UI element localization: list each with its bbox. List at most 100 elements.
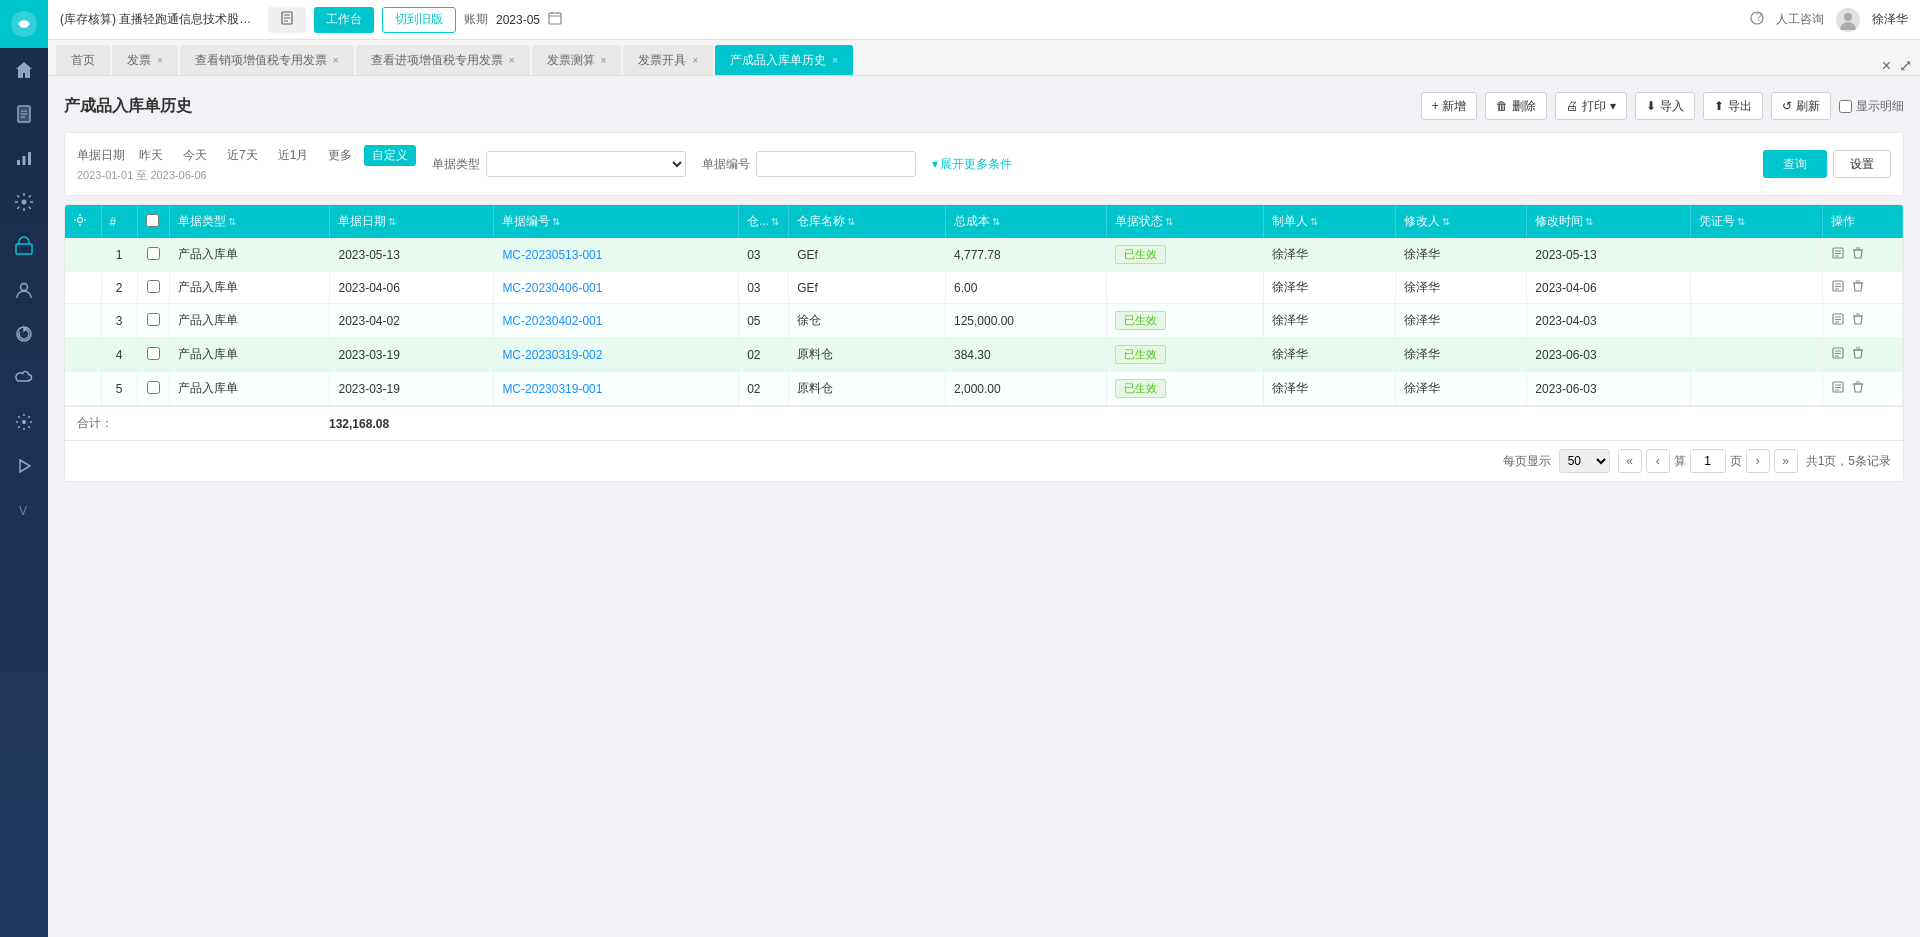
workbench-button[interactable]: 工作台 xyxy=(314,7,374,33)
delete-row-icon[interactable] xyxy=(1851,279,1865,296)
date-btn-1month[interactable]: 近1月 xyxy=(270,145,317,166)
sidebar-item-v[interactable]: V xyxy=(0,488,48,532)
sidebar-item-chart[interactable] xyxy=(0,136,48,180)
th-date[interactable]: 单据日期⇅ xyxy=(330,205,494,238)
page-number-input[interactable] xyxy=(1690,449,1726,473)
date-btn-7days[interactable]: 近7天 xyxy=(219,145,266,166)
th-warehouse-code[interactable]: 仓...⇅ xyxy=(739,205,789,238)
sidebar-item-refresh[interactable] xyxy=(0,312,48,356)
th-voucher[interactable]: 凭证号⇅ xyxy=(1691,205,1823,238)
th-number[interactable]: 单据编号⇅ xyxy=(494,205,739,238)
th-creator[interactable]: 制单人⇅ xyxy=(1263,205,1395,238)
delete-row-icon[interactable] xyxy=(1851,346,1865,363)
type-filter-select[interactable] xyxy=(486,151,686,177)
th-checkbox[interactable] xyxy=(137,205,169,238)
edit-icon[interactable] xyxy=(1831,246,1845,263)
refresh-button[interactable]: ↺ 刷新 xyxy=(1771,92,1831,120)
row-checkbox[interactable] xyxy=(147,280,160,293)
tab-calc[interactable]: 发票测算 × xyxy=(532,45,622,75)
date-btn-more[interactable]: 更多 xyxy=(320,145,360,166)
row-checkbox-cell[interactable] xyxy=(137,238,169,272)
row-checkbox[interactable] xyxy=(147,381,160,394)
delete-row-icon[interactable] xyxy=(1851,246,1865,263)
sidebar-item-play[interactable] xyxy=(0,444,48,488)
sidebar-item-document[interactable] xyxy=(0,92,48,136)
edit-icon[interactable] xyxy=(1831,380,1845,397)
tab-expand-icon[interactable]: ⤢ xyxy=(1899,56,1912,75)
help-label[interactable]: 人工咨询 xyxy=(1776,11,1824,28)
tab-calc-close[interactable]: × xyxy=(601,55,607,66)
delete-row-icon[interactable] xyxy=(1851,380,1865,397)
edit-icon[interactable] xyxy=(1831,312,1845,329)
per-page-select[interactable]: 50 100 xyxy=(1559,449,1610,473)
sidebar-item-person[interactable] xyxy=(0,268,48,312)
delete-row-icon[interactable] xyxy=(1851,312,1865,329)
row-checkbox-cell[interactable] xyxy=(137,372,169,406)
tab-collapse-icon[interactable]: × xyxy=(1882,57,1891,75)
calendar-icon[interactable] xyxy=(548,11,562,28)
row-number-link[interactable]: MC-20230402-001 xyxy=(502,314,602,328)
prev-page-button[interactable]: ‹ xyxy=(1646,449,1670,473)
row-number-link-cell[interactable]: MC-20230406-001 xyxy=(494,272,739,304)
tab-invoice[interactable]: 发票 × xyxy=(112,45,178,75)
row-number-link[interactable]: MC-20230319-001 xyxy=(502,382,602,396)
row-checkbox-cell[interactable] xyxy=(137,272,169,304)
sidebar-item-cloud[interactable] xyxy=(0,356,48,400)
tab-sales-vat[interactable]: 查看销项增值税专用发票 × xyxy=(180,45,354,75)
filter-settings-button[interactable]: 设置 xyxy=(1833,150,1891,178)
row-number-link-cell[interactable]: MC-20230402-001 xyxy=(494,304,739,338)
tab-sales-vat-close[interactable]: × xyxy=(333,55,339,66)
import-button[interactable]: ⬇ 导入 xyxy=(1635,92,1695,120)
app-logo[interactable] xyxy=(0,0,48,48)
print-button[interactable]: 🖨 打印 ▾ xyxy=(1555,92,1627,120)
sidebar-item-inventory[interactable] xyxy=(0,224,48,268)
th-modify-time[interactable]: 修改时间⇅ xyxy=(1527,205,1691,238)
edit-icon[interactable] xyxy=(1831,279,1845,296)
th-total-cost[interactable]: 总成本⇅ xyxy=(945,205,1106,238)
tab-home[interactable]: 首页 xyxy=(56,45,110,75)
tab-open-close[interactable]: × xyxy=(692,55,698,66)
th-warehouse-name[interactable]: 仓库名称⇅ xyxy=(789,205,946,238)
th-status[interactable]: 单据状态⇅ xyxy=(1107,205,1264,238)
user-name[interactable]: 徐泽华 xyxy=(1872,11,1908,28)
row-checkbox[interactable] xyxy=(147,313,160,326)
select-all-checkbox[interactable] xyxy=(146,214,159,227)
tab-product-history[interactable]: 产成品入库单历史 × xyxy=(715,45,853,75)
row-checkbox[interactable] xyxy=(147,347,160,360)
date-btn-yesterday[interactable]: 昨天 xyxy=(131,145,171,166)
tab-purchase-vat[interactable]: 查看进项增值税专用发票 × xyxy=(356,45,530,75)
row-number-link-cell[interactable]: MC-20230319-002 xyxy=(494,338,739,372)
row-number-link-cell[interactable]: MC-20230513-001 xyxy=(494,238,739,272)
date-btn-custom[interactable]: 自定义 xyxy=(364,145,416,166)
tab-open[interactable]: 发票开具 × xyxy=(623,45,713,75)
tab-purchase-vat-close[interactable]: × xyxy=(509,55,515,66)
next-page-button[interactable]: › xyxy=(1746,449,1770,473)
date-btn-today[interactable]: 今天 xyxy=(175,145,215,166)
row-number-link-cell[interactable]: MC-20230319-001 xyxy=(494,372,739,406)
row-number-link[interactable]: MC-20230406-001 xyxy=(502,281,602,295)
number-filter-input[interactable] xyxy=(756,151,916,177)
query-button[interactable]: 查询 xyxy=(1763,150,1827,178)
first-page-button[interactable]: « xyxy=(1618,449,1642,473)
switch-version-button[interactable]: 切到旧版 xyxy=(382,7,456,33)
sidebar-item-settings[interactable] xyxy=(0,180,48,224)
row-number-link[interactable]: MC-20230513-001 xyxy=(502,248,602,262)
th-type[interactable]: 单据类型⇅ xyxy=(169,205,330,238)
edit-icon[interactable] xyxy=(1831,346,1845,363)
row-checkbox-cell[interactable] xyxy=(137,304,169,338)
tab-invoice-close[interactable]: × xyxy=(157,55,163,66)
new-button[interactable]: + 新增 xyxy=(1421,92,1477,120)
row-checkbox-cell[interactable] xyxy=(137,338,169,372)
last-page-button[interactable]: » xyxy=(1774,449,1798,473)
display-toggle-checkbox[interactable] xyxy=(1839,100,1852,113)
sidebar-item-gear[interactable] xyxy=(0,400,48,444)
expand-filter-button[interactable]: ▾ 展开更多条件 xyxy=(932,156,1012,173)
delete-button[interactable]: 🗑 删除 xyxy=(1485,92,1547,120)
row-number-link[interactable]: MC-20230319-002 xyxy=(502,348,602,362)
export-button[interactable]: ⬆ 导出 xyxy=(1703,92,1763,120)
document-icon-btn[interactable] xyxy=(268,7,306,33)
sidebar-item-home[interactable] xyxy=(0,48,48,92)
row-checkbox[interactable] xyxy=(147,247,160,260)
tab-product-history-close[interactable]: × xyxy=(832,55,838,66)
th-modifier[interactable]: 修改人⇅ xyxy=(1395,205,1527,238)
